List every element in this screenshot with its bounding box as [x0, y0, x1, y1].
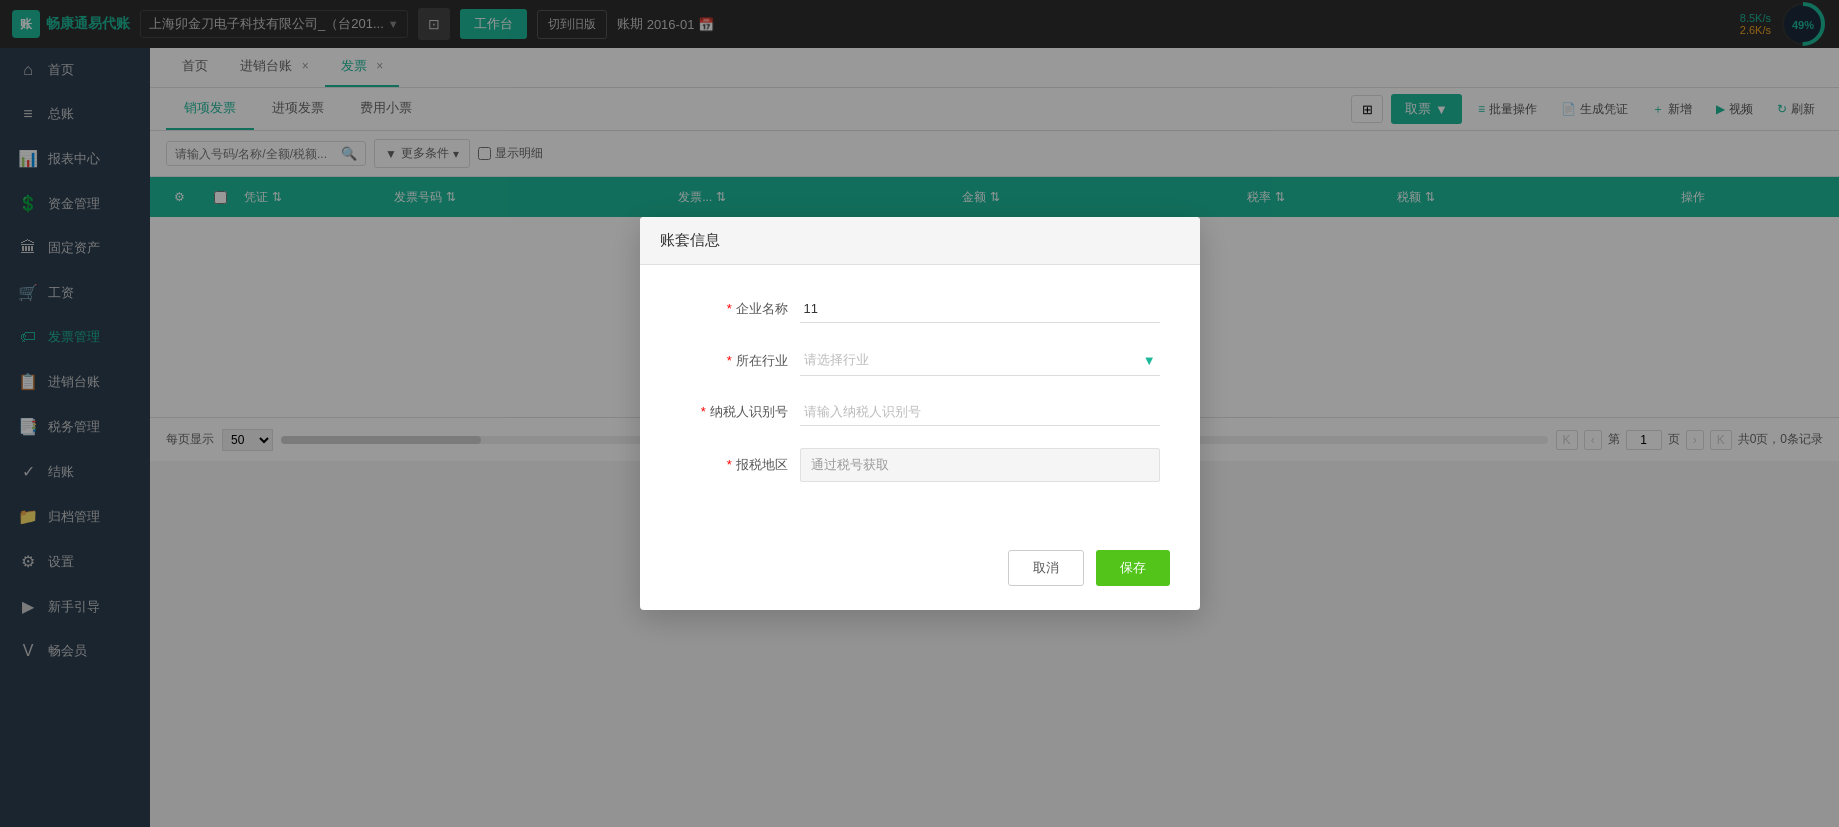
tax-region-label: * 报税地区 — [680, 456, 800, 474]
account-info-dialog: 账套信息 * 企业名称 * 所在行业 请选择行业 ▼ — [640, 217, 1200, 610]
dialog-body: * 企业名称 * 所在行业 请选择行业 ▼ * 纳 — [640, 265, 1200, 534]
industry-arrow-icon: ▼ — [1143, 353, 1156, 368]
save-button[interactable]: 保存 — [1096, 550, 1170, 586]
company-name-input[interactable] — [800, 295, 1160, 323]
company-name-label: * 企业名称 — [680, 300, 800, 318]
dialog-footer: 取消 保存 — [640, 534, 1200, 610]
dialog-header: 账套信息 — [640, 217, 1200, 265]
company-name-row: * 企业名称 — [680, 295, 1160, 323]
tax-region-row: * 报税地区 通过税号获取 — [680, 448, 1160, 482]
industry-placeholder: 请选择行业 — [804, 351, 869, 369]
tax-id-label: * 纳税人识别号 — [680, 403, 800, 421]
dialog-overlay: 账套信息 * 企业名称 * 所在行业 请选择行业 ▼ — [0, 0, 1839, 827]
industry-select[interactable]: 请选择行业 ▼ — [800, 345, 1160, 376]
tax-id-row: * 纳税人识别号 — [680, 398, 1160, 426]
industry-label: * 所在行业 — [680, 352, 800, 370]
tax-region-display: 通过税号获取 — [800, 448, 1160, 482]
cancel-button[interactable]: 取消 — [1008, 550, 1084, 586]
tax-id-input[interactable] — [800, 398, 1160, 426]
dialog-title: 账套信息 — [660, 231, 720, 248]
industry-row: * 所在行业 请选择行业 ▼ — [680, 345, 1160, 376]
